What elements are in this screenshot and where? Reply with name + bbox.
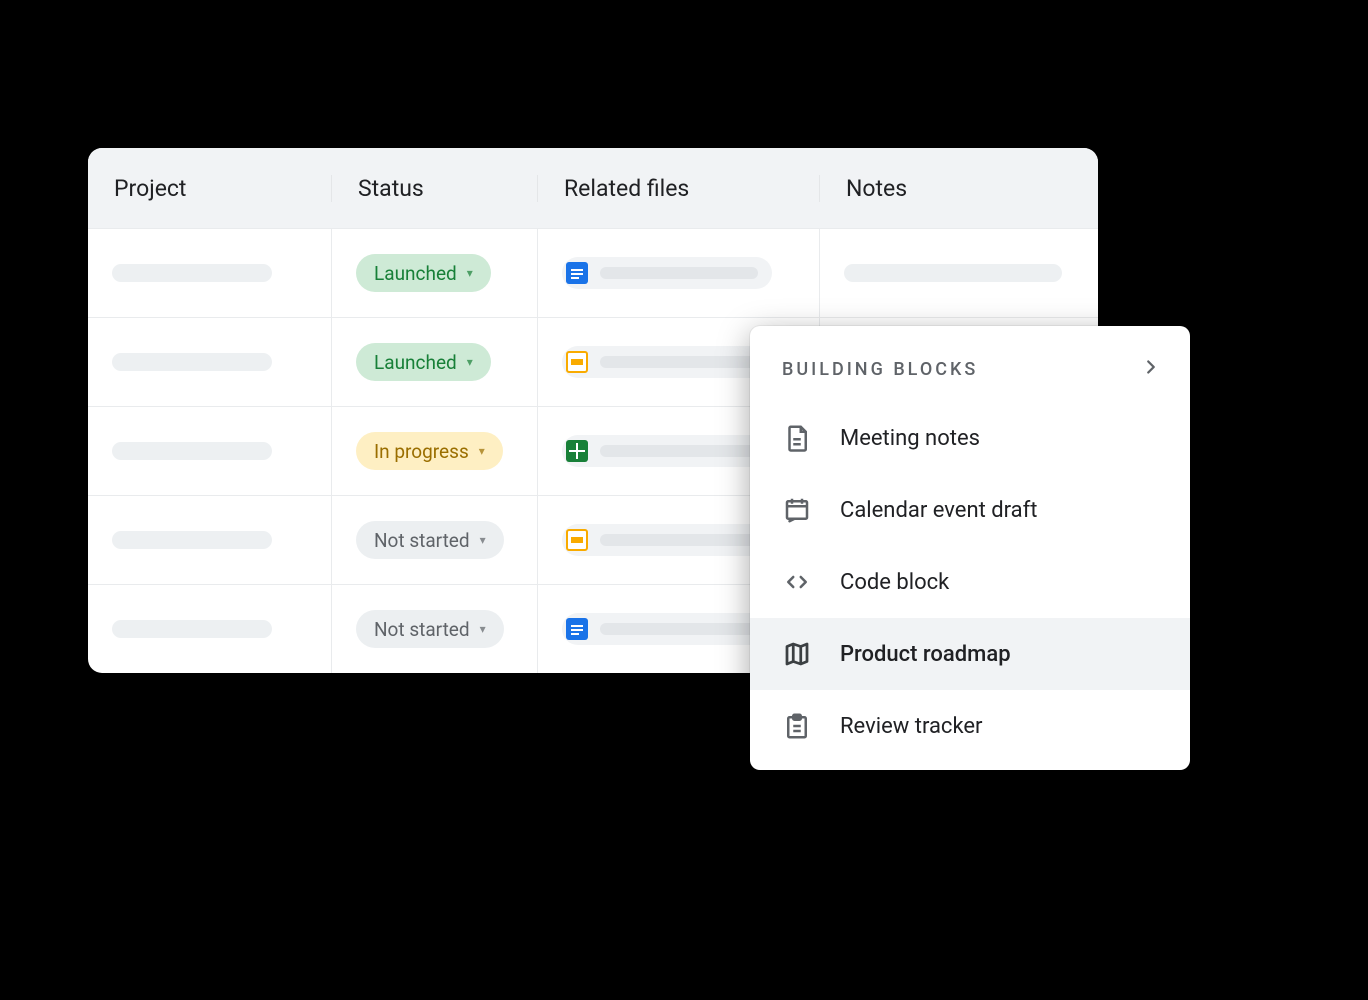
col-header-status: Status (332, 175, 538, 202)
status-pill[interactable]: Launched ▾ (356, 254, 491, 292)
menu-item-label: Code block (840, 570, 949, 595)
menu-item-calendar-event-draft[interactable]: Calendar event draft (750, 474, 1190, 546)
chevron-right-icon[interactable] (1140, 356, 1162, 382)
placeholder-text (600, 445, 758, 457)
popup-header: BUILDING BLOCKS (750, 326, 1190, 402)
file-chip[interactable] (562, 435, 772, 467)
placeholder-text (112, 353, 272, 371)
calendar-draft-icon (782, 495, 812, 525)
review-tracker-icon (782, 711, 812, 741)
col-header-related: Related files (538, 175, 820, 202)
cell-status: In progress ▾ (332, 407, 538, 495)
caret-down-icon: ▾ (467, 355, 473, 369)
status-label: In progress (374, 440, 469, 463)
cell-project (88, 229, 332, 317)
file-chip[interactable] (562, 524, 772, 556)
building-blocks-popup: BUILDING BLOCKS Meeting notes Calendar ev… (750, 326, 1190, 770)
menu-item-code-block[interactable]: Code block (750, 546, 1190, 618)
placeholder-text (112, 620, 272, 638)
placeholder-text (600, 356, 758, 368)
slides-file-icon (566, 529, 588, 551)
col-header-notes: Notes (820, 175, 1098, 202)
placeholder-text (844, 264, 1062, 282)
col-header-project: Project (88, 175, 332, 202)
popup-title: BUILDING BLOCKS (782, 359, 978, 380)
table-row: Launched ▾ (88, 228, 1098, 317)
status-pill[interactable]: Launched ▾ (356, 343, 491, 381)
cell-project (88, 318, 332, 406)
status-pill[interactable]: In progress ▾ (356, 432, 503, 470)
cell-status: Launched ▾ (332, 318, 538, 406)
file-chip[interactable] (562, 257, 772, 289)
slides-file-icon (566, 351, 588, 373)
placeholder-text (600, 623, 758, 635)
file-chip[interactable] (562, 346, 772, 378)
status-pill[interactable]: Not started ▾ (356, 610, 504, 648)
table-header-row: Project Status Related files Notes (88, 148, 1098, 228)
status-label: Not started (374, 529, 470, 552)
docs-file-icon (566, 262, 588, 284)
cell-project (88, 585, 332, 673)
cell-status: Not started ▾ (332, 585, 538, 673)
cell-related-files (538, 229, 820, 317)
status-pill[interactable]: Not started ▾ (356, 521, 504, 559)
caret-down-icon: ▾ (479, 444, 485, 458)
code-block-icon (782, 567, 812, 597)
caret-down-icon: ▾ (480, 622, 486, 636)
menu-item-label: Calendar event draft (840, 498, 1038, 523)
menu-item-product-roadmap[interactable]: Product roadmap (750, 618, 1190, 690)
menu-item-label: Meeting notes (840, 426, 980, 451)
cell-project (88, 407, 332, 495)
meeting-notes-icon (782, 423, 812, 453)
cell-status: Launched ▾ (332, 229, 538, 317)
menu-item-review-tracker[interactable]: Review tracker (750, 690, 1190, 762)
cell-status: Not started ▾ (332, 496, 538, 584)
status-label: Launched (374, 351, 457, 374)
cell-project (88, 496, 332, 584)
placeholder-text (112, 442, 272, 460)
menu-item-label: Review tracker (840, 714, 983, 739)
caret-down-icon: ▾ (480, 533, 486, 547)
file-chip[interactable] (562, 613, 772, 645)
sheets-file-icon (566, 440, 588, 462)
docs-file-icon (566, 618, 588, 640)
placeholder-text (600, 267, 758, 279)
menu-item-meeting-notes[interactable]: Meeting notes (750, 402, 1190, 474)
status-label: Launched (374, 262, 457, 285)
placeholder-text (112, 264, 272, 282)
placeholder-text (600, 534, 758, 546)
placeholder-text (112, 531, 272, 549)
caret-down-icon: ▾ (467, 266, 473, 280)
roadmap-icon (782, 639, 812, 669)
menu-item-label: Product roadmap (840, 642, 1011, 667)
status-label: Not started (374, 618, 470, 641)
cell-notes (820, 229, 1098, 317)
